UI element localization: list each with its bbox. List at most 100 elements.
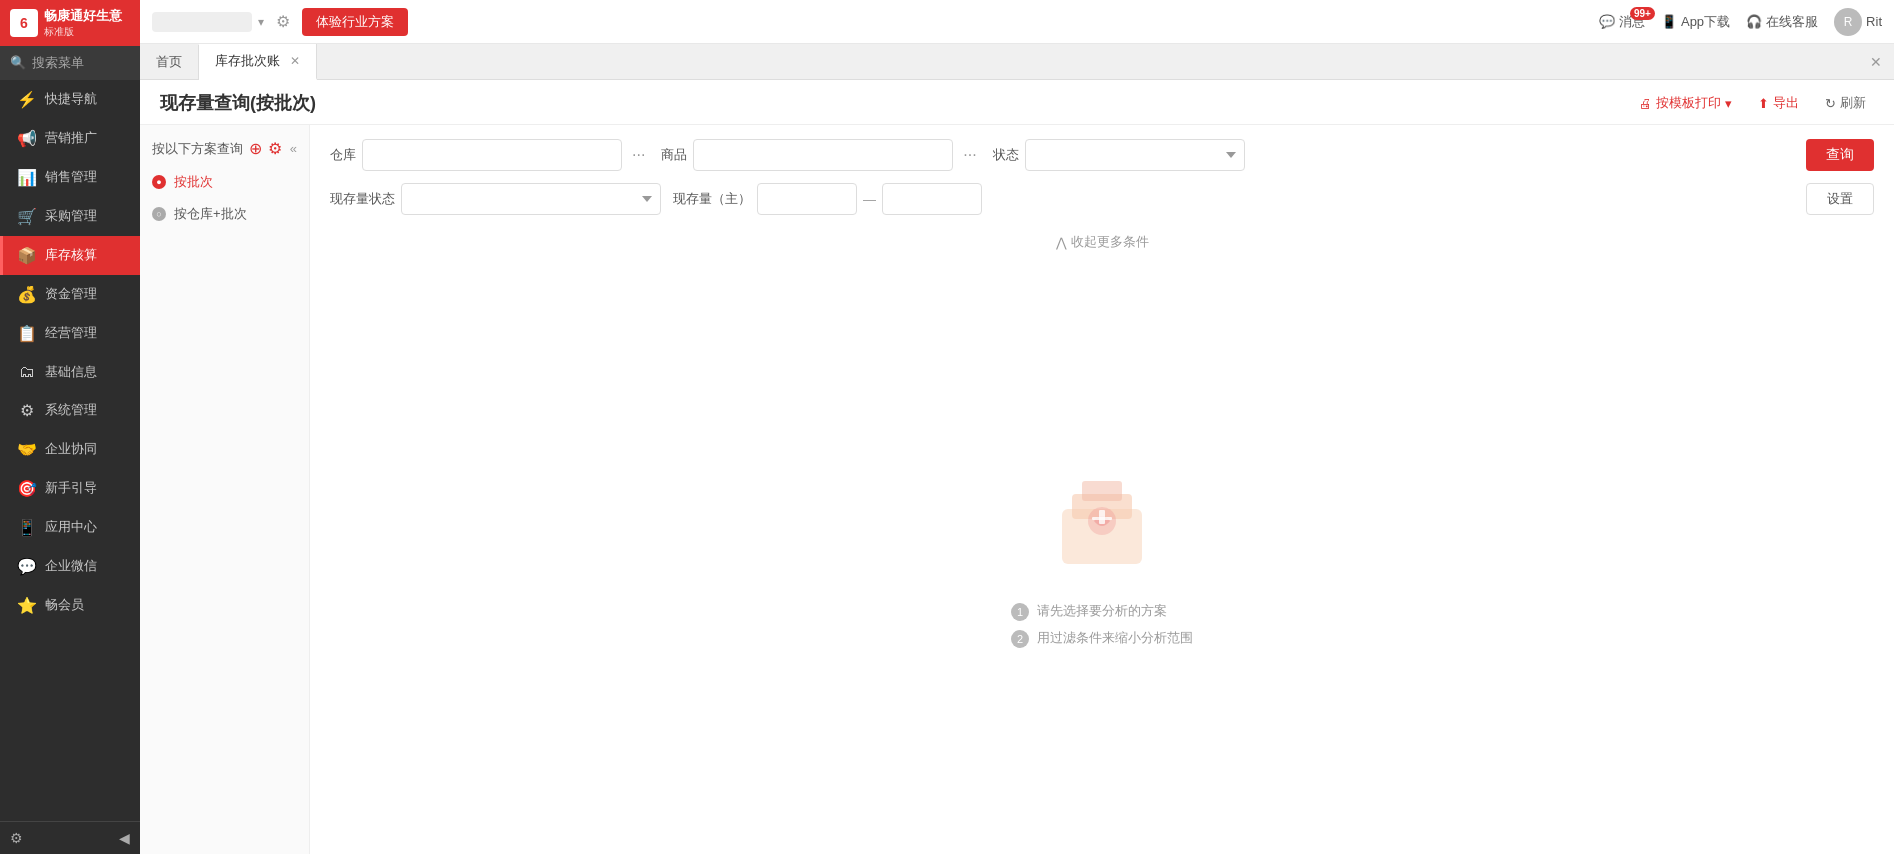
sidebar-icon-quick-nav: ⚡ <box>17 90 37 109</box>
sidebar-label-purchase: 采购管理 <box>45 207 97 225</box>
tip-1-number: 1 <box>1011 603 1029 621</box>
filter-area: 仓库 ··· 商品 ··· 状态 <box>330 139 1874 257</box>
topbar-right: 💬 消息 99+ 📱 App下载 🎧 在线客服 R Rit <box>1599 8 1882 36</box>
query-button[interactable]: 查询 <box>1806 139 1874 171</box>
print-dropdown-icon[interactable]: ▾ <box>1725 96 1732 111</box>
sidebar-item-marketing[interactable]: 📢 营销推广 <box>0 119 140 158</box>
sidebar-item-sales[interactable]: 📊 销售管理 <box>0 158 140 197</box>
sidebar-icon-vip: ⭐ <box>17 596 37 615</box>
sidebar-item-newbie[interactable]: 🎯新手引导 <box>0 469 140 508</box>
active-dot: ● <box>152 175 166 189</box>
tabbar: 首页 库存批次账 ✕ ✕ <box>140 44 1894 80</box>
sidebar-icon-sales: 📊 <box>17 168 37 187</box>
sidebar-item-operations[interactable]: 📋经营管理 <box>0 314 140 353</box>
sidebar-label-basics: 基础信息 <box>45 363 97 381</box>
breadcrumb-chevron-icon[interactable]: ▾ <box>258 15 264 29</box>
sidebar-footer: ⚙ ◀ <box>0 821 140 854</box>
print-button[interactable]: 🖨 按模板打印 ▾ <box>1631 90 1740 116</box>
collapse-panel-icon[interactable]: « <box>290 141 297 156</box>
experience-industry-button[interactable]: 体验行业方案 <box>302 8 408 36</box>
topbar-breadcrumb: ▾ <box>152 12 264 32</box>
export-button[interactable]: ⬆ 导出 <box>1750 90 1807 116</box>
tab-home[interactable]: 首页 <box>140 45 199 79</box>
sidebar-item-finance[interactable]: 💰资金管理 <box>0 275 140 314</box>
status-filter: 状态 <box>993 139 1245 171</box>
filter-row-1: 仓库 ··· 商品 ··· 状态 <box>330 139 1874 171</box>
sidebar-label-operations: 经营管理 <box>45 324 97 342</box>
collapse-sidebar-icon[interactable]: ◀ <box>119 830 130 846</box>
scheme-by-warehouse-batch[interactable]: ○ 按仓库+批次 <box>140 198 309 230</box>
status-select[interactable] <box>1025 139 1245 171</box>
settings-btn-wrapper: 设置 <box>1806 183 1874 215</box>
message-button[interactable]: 💬 消息 99+ <box>1599 13 1645 31</box>
content: 现存量查询(按批次) 🖨 按模板打印 ▾ ⬆ 导出 ↻ 刷新 <box>140 80 1894 854</box>
sidebar-search[interactable]: 🔍 搜索菜单 <box>0 46 140 80</box>
header-actions: 🖨 按模板打印 ▾ ⬆ 导出 ↻ 刷新 <box>1631 90 1874 116</box>
svg-rect-5 <box>1099 510 1105 524</box>
sidebar-nav: ⚡快捷导航 📢 营销推广 📊 销售管理 🛒采购管理📦库存核算💰资金管理📋经营管理 🗂 基础信息… <box>0 80 140 821</box>
app-download-button[interactable]: 📱 App下载 <box>1661 13 1730 31</box>
stock-qty-max-input[interactable] <box>882 183 982 215</box>
sidebar-item-wechat[interactable]: 💬企业微信 <box>0 547 140 586</box>
empty-tip-1: 1 请先选择要分析的方案 <box>1011 602 1193 621</box>
message-badge: 99+ <box>1630 7 1655 20</box>
content-body: 按以下方案查询 ⊕ ⚙ « ● 按批次 ○ 按仓库+批次 <box>140 125 1894 854</box>
tab-batch-account[interactable]: 库存批次账 ✕ <box>199 44 317 80</box>
goods-filter: 商品 ··· <box>661 139 980 171</box>
filter-row-2: 现存量状态 现存量（主） — 设置 <box>330 183 1874 215</box>
headset-icon: 🎧 <box>1746 14 1762 29</box>
sidebar-label-marketing: 营销推广 <box>45 129 97 147</box>
empty-tips: 1 请先选择要分析的方案 2 用过滤条件来缩小分析范围 <box>1011 602 1193 648</box>
settings-button[interactable]: 设置 <box>1806 183 1874 215</box>
tab-close-icon[interactable]: ✕ <box>290 54 300 68</box>
tip-2-number: 2 <box>1011 630 1029 648</box>
sidebar-label-inventory: 库存核算 <box>45 246 97 264</box>
sidebar-icon-basics: 🗂 <box>17 363 37 381</box>
empty-tip-2: 2 用过滤条件来缩小分析范围 <box>1011 629 1193 648</box>
message-icon: 💬 <box>1599 14 1615 29</box>
scheme-settings-icon[interactable]: ⚙ <box>268 139 282 158</box>
warehouse-input[interactable] <box>362 139 622 171</box>
sidebar-item-system[interactable]: ⚙系统管理 <box>0 391 140 430</box>
sidebar-item-inventory[interactable]: 📦库存核算 <box>0 236 140 275</box>
refresh-button[interactable]: ↻ 刷新 <box>1817 90 1874 116</box>
goods-input[interactable] <box>693 139 953 171</box>
warehouse-more-icon[interactable]: ··· <box>628 146 649 164</box>
sidebar-label-wechat: 企业微信 <box>45 557 97 575</box>
breadcrumb-input[interactable] <box>152 12 252 32</box>
add-scheme-icon[interactable]: ⊕ <box>249 139 262 158</box>
sidebar-icon-apps: 📱 <box>17 518 37 537</box>
sidebar-icon-newbie: 🎯 <box>17 479 37 498</box>
settings-footer-icon[interactable]: ⚙ <box>10 830 23 846</box>
content-header: 现存量查询(按批次) 🖨 按模板打印 ▾ ⬆ 导出 ↻ 刷新 <box>140 80 1894 125</box>
right-panel: 仓库 ··· 商品 ··· 状态 <box>310 125 1894 854</box>
left-panel: 按以下方案查询 ⊕ ⚙ « ● 按批次 ○ 按仓库+批次 <box>140 125 310 854</box>
collapse-more-icon: ⋀ <box>1056 235 1067 250</box>
stock-qty-min-input[interactable] <box>757 183 857 215</box>
tab-batch-account-label: 库存批次账 <box>215 52 280 70</box>
scheme-by-batch[interactable]: ● 按批次 <box>140 166 309 198</box>
sidebar-label-apps: 应用中心 <box>45 518 97 536</box>
sidebar-item-quick-nav[interactable]: ⚡快捷导航 <box>0 80 140 119</box>
sidebar-item-purchase[interactable]: 🛒采购管理 <box>0 197 140 236</box>
sidebar-icon-marketing: 📢 <box>17 129 37 148</box>
sidebar-item-enterprise[interactable]: 🤝企业协同 <box>0 430 140 469</box>
sidebar-icon-enterprise: 🤝 <box>17 440 37 459</box>
tab-home-label: 首页 <box>156 53 182 71</box>
sidebar-item-vip[interactable]: ⭐畅会员 <box>0 586 140 625</box>
phone-icon: 📱 <box>1661 14 1677 29</box>
sidebar-item-apps[interactable]: 📱 应用中心 <box>0 508 140 547</box>
sidebar-item-basics[interactable]: 🗂 基础信息 <box>0 353 140 391</box>
user-avatar-button[interactable]: R Rit <box>1834 8 1882 36</box>
tab-close-all-button[interactable]: ✕ <box>1858 46 1894 78</box>
goods-more-icon[interactable]: ··· <box>959 146 980 164</box>
inactive-dot: ○ <box>152 207 166 221</box>
sidebar-header: 6 畅康通好生意 标准版 <box>0 0 140 46</box>
sidebar-label-sales: 销售管理 <box>45 168 97 186</box>
collapse-more-button[interactable]: ⋀ 收起更多条件 <box>330 227 1874 257</box>
online-service-button[interactable]: 🎧 在线客服 <box>1746 13 1818 31</box>
stock-status-select[interactable] <box>401 183 661 215</box>
avatar-initial: R <box>1844 15 1853 29</box>
left-panel-header: 按以下方案查询 ⊕ ⚙ « <box>140 135 309 166</box>
topbar-gear-icon[interactable]: ⚙ <box>276 12 290 31</box>
